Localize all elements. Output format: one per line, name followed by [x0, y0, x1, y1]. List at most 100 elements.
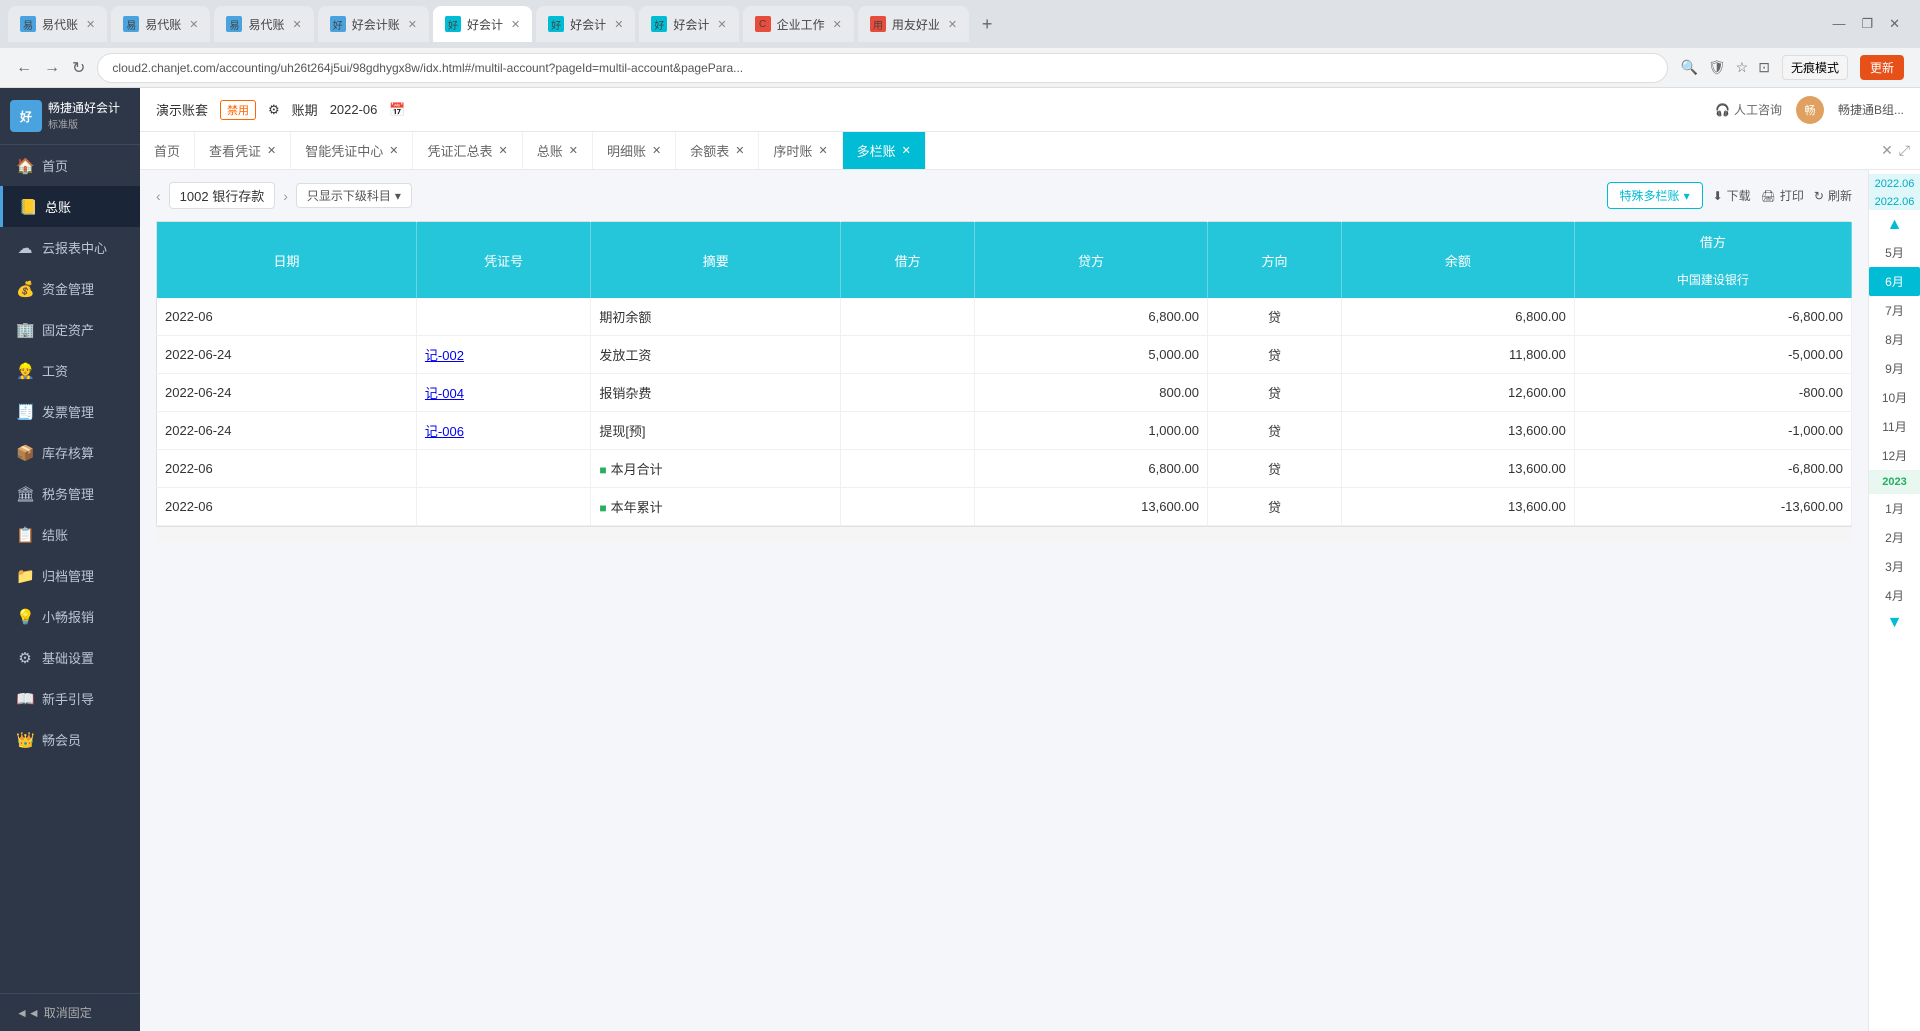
- close-tab-4[interactable]: ✕: [408, 18, 417, 31]
- tab-journal[interactable]: 序时账 ✕: [759, 132, 842, 170]
- sidebar-item-cloud-report[interactable]: ☁ 云报表中心: [0, 227, 140, 268]
- sidebar-item-close-accounts[interactable]: 📋 结账: [0, 514, 140, 555]
- browser-tab-4[interactable]: 好 好会计账 ✕: [318, 6, 429, 42]
- voucher-link-3[interactable]: 记-004: [425, 386, 464, 401]
- close-tab-3[interactable]: ✕: [292, 18, 301, 31]
- sidebar-item-archive[interactable]: 📁 归档管理: [0, 555, 140, 596]
- calendar-month-10[interactable]: 10月: [1869, 383, 1920, 412]
- sidebar-toggle-icon[interactable]: ⊡: [1758, 59, 1770, 76]
- close-tab-icon[interactable]: ✕: [1881, 142, 1893, 159]
- close-tab-smart-voucher[interactable]: ✕: [389, 144, 398, 157]
- close-tab-general[interactable]: ✕: [569, 144, 578, 157]
- close-tab-balance[interactable]: ✕: [735, 144, 744, 157]
- next-account-button[interactable]: ›: [283, 188, 288, 204]
- back-button[interactable]: ←: [16, 59, 32, 77]
- cell-voucher-3[interactable]: 记-004: [416, 374, 590, 412]
- calendar-month-9[interactable]: 9月: [1869, 354, 1920, 383]
- sidebar-item-invoice[interactable]: 🧾 发票管理: [0, 391, 140, 432]
- sidebar-item-payroll[interactable]: 👷 工资: [0, 350, 140, 391]
- tab-balance-sheet[interactable]: 余额表 ✕: [676, 132, 759, 170]
- close-tab-voucher-summary[interactable]: ✕: [499, 144, 508, 157]
- calendar-month-2023-3[interactable]: 3月: [1869, 552, 1920, 581]
- unpin-button[interactable]: ◄◄ 取消固定: [16, 1004, 124, 1021]
- calendar-month-7[interactable]: 7月: [1869, 296, 1920, 325]
- close-tab-journal[interactable]: ✕: [818, 144, 827, 157]
- browser-tab-1[interactable]: 易 易代账 ✕: [8, 6, 107, 42]
- forward-button[interactable]: →: [44, 59, 60, 77]
- prev-account-button[interactable]: ‹: [156, 188, 161, 204]
- close-tab-1[interactable]: ✕: [86, 18, 95, 31]
- incognito-mode-button[interactable]: 无痕模式: [1782, 55, 1848, 80]
- expand-tab-icon[interactable]: ⤢: [1899, 142, 1910, 159]
- cell-credit-2: 5,000.00: [975, 336, 1208, 374]
- calendar-month-8[interactable]: 8月: [1869, 325, 1920, 354]
- calendar-month-2023-2[interactable]: 2月: [1869, 523, 1920, 552]
- tab-view-voucher[interactable]: 查看凭证 ✕: [195, 132, 291, 170]
- browser-tab-2[interactable]: 易 易代账 ✕: [111, 6, 210, 42]
- close-tab-8[interactable]: ✕: [833, 18, 842, 31]
- tab-smart-voucher[interactable]: 智能凭证中心 ✕: [291, 132, 413, 170]
- consult-button[interactable]: 🎧 人工咨询: [1715, 101, 1782, 118]
- tab-home[interactable]: 首页: [140, 132, 195, 170]
- refresh-button[interactable]: ↻ 刷新: [1814, 187, 1852, 204]
- tab-multi-column[interactable]: 多栏账 ✕: [843, 132, 926, 170]
- horizontal-scrollbar[interactable]: [156, 526, 1852, 542]
- sidebar-item-settings[interactable]: ⚙ 基础设置: [0, 637, 140, 678]
- sidebar-item-fixed-assets[interactable]: 🏢 固定资产: [0, 309, 140, 350]
- tab-general-ledger[interactable]: 总账 ✕: [523, 132, 593, 170]
- refresh-button[interactable]: ↻: [72, 58, 85, 78]
- maximize-button[interactable]: ❐: [1861, 16, 1873, 32]
- calendar-icon[interactable]: 📅: [389, 102, 405, 118]
- sidebar-item-label-inventory: 库存核算: [42, 443, 94, 462]
- browser-tab-9[interactable]: 用 用友好业 ✕: [858, 6, 969, 42]
- cell-voucher-2[interactable]: 记-002: [416, 336, 590, 374]
- url-input[interactable]: cloud2.chanjet.com/accounting/uh26t264j5…: [97, 53, 1668, 83]
- download-button[interactable]: ⬇ 下载: [1713, 187, 1751, 204]
- sidebar-item-inventory[interactable]: 📦 库存核算: [0, 432, 140, 473]
- close-tab-multi[interactable]: ✕: [902, 144, 911, 157]
- sidebar-item-finance[interactable]: 💰 资金管理: [0, 268, 140, 309]
- filter-dropdown[interactable]: 只显示下级科目 ▾: [296, 183, 412, 208]
- calendar-scroll-up[interactable]: ▲: [1883, 212, 1907, 238]
- cell-voucher-4[interactable]: 记-006: [416, 412, 590, 450]
- new-tab-button[interactable]: +: [973, 10, 1001, 38]
- voucher-link-2[interactable]: 记-002: [425, 348, 464, 363]
- minimize-button[interactable]: —: [1832, 16, 1845, 32]
- browser-tab-8[interactable]: C 企业工作 ✕: [743, 6, 854, 42]
- sidebar-item-home[interactable]: 🏠 首页: [0, 145, 140, 186]
- voucher-link-4[interactable]: 记-006: [425, 424, 464, 439]
- star-icon[interactable]: ☆: [1736, 59, 1749, 76]
- calendar-month-5[interactable]: 5月: [1869, 238, 1920, 267]
- browser-tab-5[interactable]: 好 好会计 ✕: [433, 6, 532, 42]
- close-tab-5[interactable]: ✕: [511, 18, 520, 31]
- sidebar-item-member[interactable]: 👑 畅会员: [0, 719, 140, 760]
- close-tab-7[interactable]: ✕: [717, 18, 726, 31]
- calendar-month-12[interactable]: 12月: [1869, 441, 1920, 470]
- browser-tab-6[interactable]: 好 好会计 ✕: [536, 6, 635, 42]
- special-multi-column-button[interactable]: 特殊多栏账 ▾: [1607, 182, 1703, 209]
- browser-tab-3[interactable]: 易 易代账 ✕: [214, 6, 313, 42]
- close-tab-2[interactable]: ✕: [189, 18, 198, 31]
- settings-gear-icon[interactable]: ⚙: [268, 102, 280, 118]
- sidebar-item-expense[interactable]: 💡 小畅报销: [0, 596, 140, 637]
- close-tab-detailed[interactable]: ✕: [652, 144, 661, 157]
- calendar-month-2023-1[interactable]: 1月: [1869, 494, 1920, 523]
- search-icon[interactable]: 🔍: [1680, 59, 1697, 76]
- browser-tab-7[interactable]: 好 好会计 ✕: [639, 6, 738, 42]
- calendar-month-11[interactable]: 11月: [1869, 412, 1920, 441]
- update-button[interactable]: 更新: [1860, 55, 1904, 80]
- tab-detailed-ledger[interactable]: 明细账 ✕: [593, 132, 676, 170]
- sidebar-item-tax[interactable]: 🏛 税务管理: [0, 473, 140, 514]
- close-window-button[interactable]: ✕: [1889, 16, 1900, 32]
- account-code-selector[interactable]: 1002 银行存款: [169, 182, 276, 209]
- close-tab-view-voucher[interactable]: ✕: [267, 144, 276, 157]
- sidebar-item-guide[interactable]: 📖 新手引导: [0, 678, 140, 719]
- tab-voucher-summary[interactable]: 凭证汇总表 ✕: [413, 132, 522, 170]
- close-tab-6[interactable]: ✕: [614, 18, 623, 31]
- calendar-scroll-down[interactable]: ▼: [1883, 610, 1907, 636]
- sidebar-item-ledger[interactable]: 📒 总账: [0, 186, 140, 227]
- print-button[interactable]: 🖨 打印: [1761, 187, 1804, 204]
- calendar-month-6[interactable]: 6月: [1869, 267, 1920, 296]
- close-tab-9[interactable]: ✕: [948, 18, 957, 31]
- calendar-month-2023-4[interactable]: 4月: [1869, 581, 1920, 610]
